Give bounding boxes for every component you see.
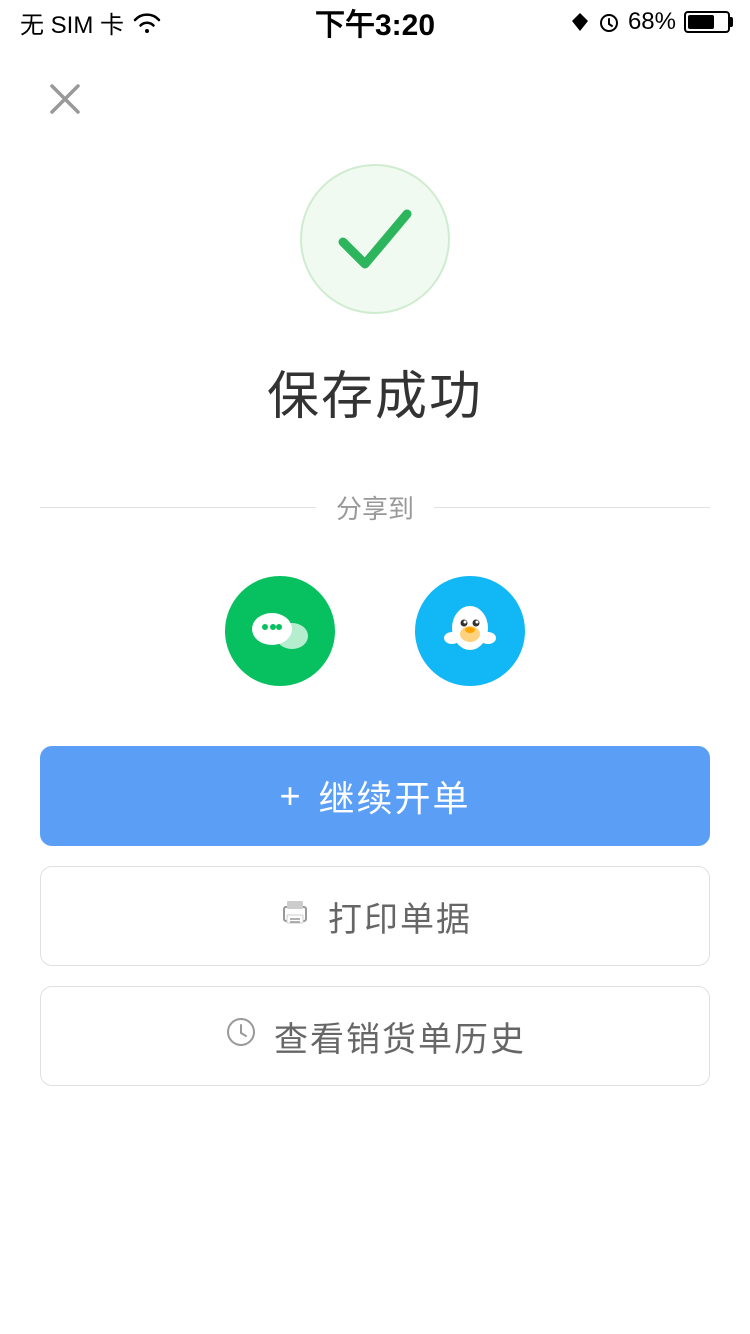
share-icons	[40, 576, 710, 686]
status-bar: 无 SIM 卡 下午3:20 68%	[0, 0, 750, 44]
action-buttons: + 继续开单 打印单据	[40, 746, 710, 1086]
share-divider: 分享到	[40, 489, 710, 526]
history-label: 查看销货单历史	[274, 1012, 526, 1061]
wechat-icon	[245, 601, 315, 661]
share-wechat-button[interactable]	[225, 576, 335, 686]
share-section: 分享到	[40, 489, 710, 686]
status-time: 下午3:20	[315, 0, 435, 44]
success-title: 保存成功	[267, 354, 483, 429]
history-svg-icon	[224, 1015, 258, 1049]
plus-icon: +	[279, 775, 302, 817]
print-icon	[278, 895, 312, 938]
no-sim-text: 无 SIM 卡	[20, 5, 124, 40]
print-label: 打印单据	[328, 892, 472, 941]
close-button[interactable]	[40, 74, 90, 124]
success-icon-circle	[300, 164, 450, 314]
status-left: 无 SIM 卡	[20, 5, 162, 40]
location-icon	[570, 11, 590, 33]
main-content: 保存成功 分享到	[0, 144, 750, 1334]
battery-icon	[684, 11, 730, 33]
share-label: 分享到	[316, 489, 434, 526]
battery-text: 68%	[628, 8, 676, 36]
printer-svg-icon	[278, 895, 312, 929]
print-button[interactable]: 打印单据	[40, 866, 710, 966]
clock-icon	[224, 1015, 258, 1058]
checkmark-icon	[335, 204, 415, 274]
wifi-icon	[132, 11, 162, 33]
history-button[interactable]: 查看销货单历史	[40, 986, 710, 1086]
continue-order-label: 继续开单	[319, 770, 471, 822]
continue-order-button[interactable]: + 继续开单	[40, 746, 710, 846]
share-qq-button[interactable]	[415, 576, 525, 686]
status-right: 68%	[570, 8, 730, 36]
qq-icon	[438, 596, 503, 666]
close-icon	[48, 82, 82, 116]
alarm-icon	[598, 11, 620, 33]
close-button-wrap	[0, 44, 750, 144]
